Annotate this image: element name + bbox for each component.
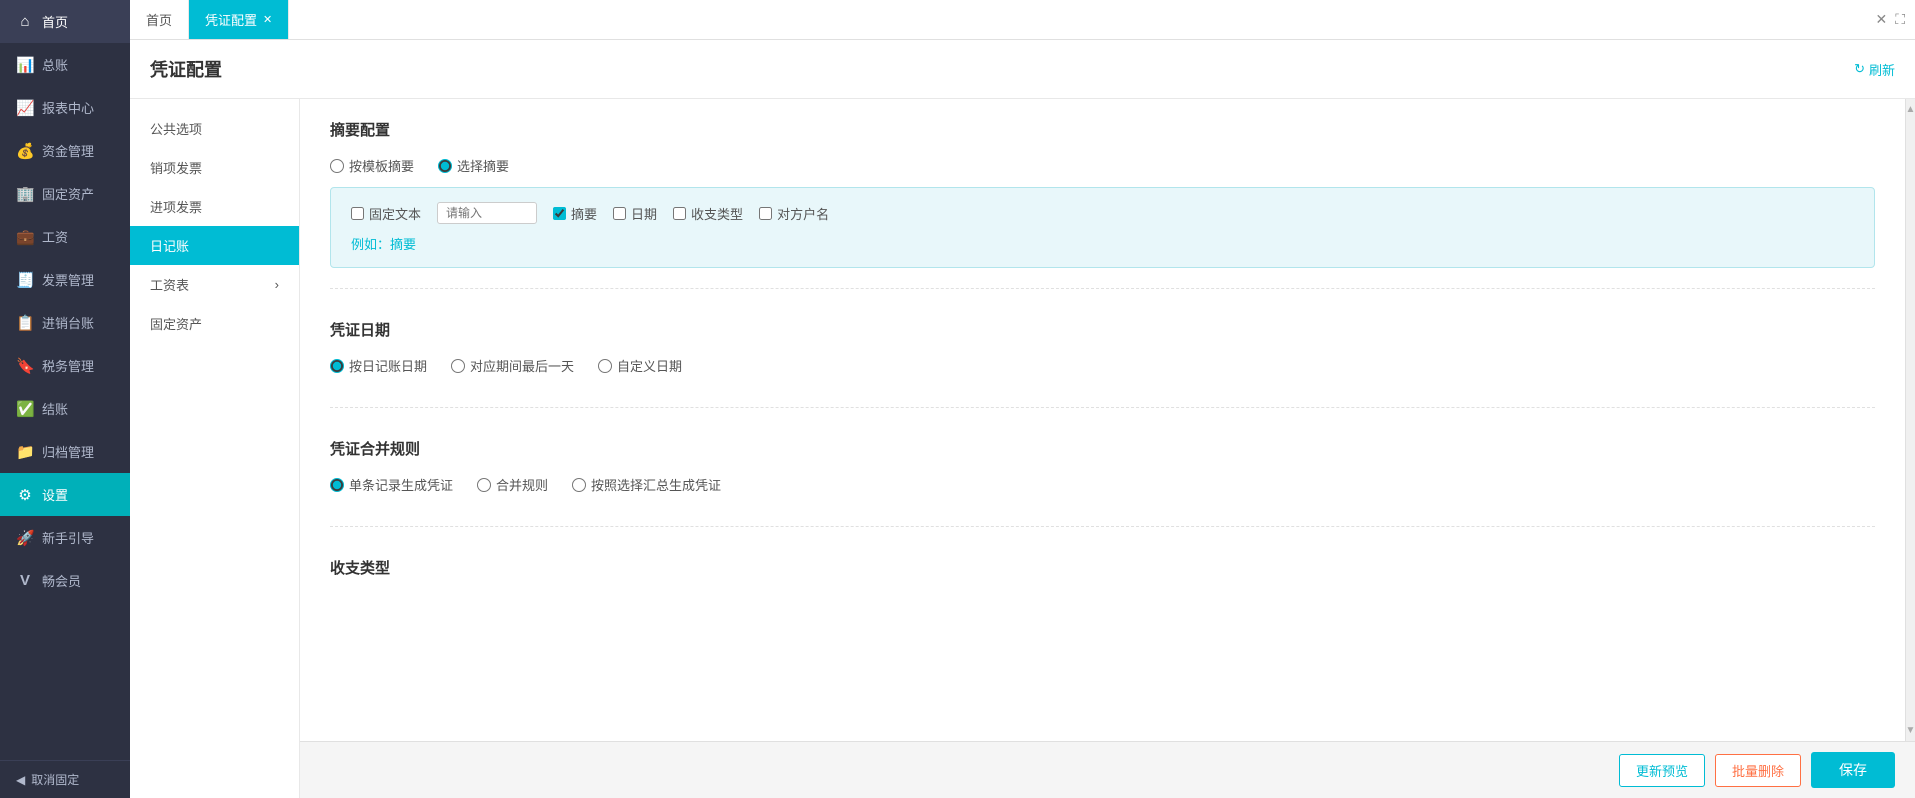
guide-icon: 🚀 xyxy=(16,529,34,547)
sidebar-item-ledger[interactable]: 📊 总账 xyxy=(0,43,130,86)
batch-delete-button[interactable]: 批量删除 xyxy=(1715,754,1801,787)
sidebar-item-guide[interactable]: 🚀 新手引导 xyxy=(0,516,130,559)
tax-icon: 🔖 xyxy=(16,357,34,375)
sidebar-item-tax[interactable]: 🔖 税务管理 xyxy=(0,344,130,387)
voucher-date-radio-group: 按日记账日期 对应期间最后一天 自定义日期 xyxy=(330,356,1875,375)
radio-by-journal-date[interactable]: 按日记账日期 xyxy=(330,356,427,375)
example-text: 例如：摘要 xyxy=(351,234,1854,253)
close-window-button[interactable]: ✕ xyxy=(1875,11,1887,28)
purchase-sale-icon: 📋 xyxy=(16,314,34,332)
unpin-button[interactable]: ◀ 取消固定 xyxy=(0,760,130,798)
checkbox-date[interactable]: 日期 xyxy=(613,204,657,223)
sidebar-item-reports[interactable]: 📈 报表中心 xyxy=(0,86,130,129)
sidebar-item-archive[interactable]: 📁 归档管理 xyxy=(0,430,130,473)
summary-section-title: 摘要配置 xyxy=(330,119,1875,140)
bottom-bar: 更新预览 批量删除 保存 xyxy=(300,741,1915,798)
voucher-date-title: 凭证日期 xyxy=(330,319,1875,340)
fullscreen-button[interactable]: ⛶ xyxy=(1895,11,1905,28)
tab-home[interactable]: 首页 xyxy=(130,0,189,39)
checkbox-summary[interactable]: 摘要 xyxy=(553,204,597,223)
unpin-icon: ◀ xyxy=(16,773,25,787)
sidebar-item-assets[interactable]: 🏢 固定资产 xyxy=(0,172,130,215)
page-content: 凭证配置 ↻ 刷新 公共选项 销项发票 进项发票 日记账 xyxy=(130,40,1915,798)
funds-icon: 💰 xyxy=(16,142,34,160)
left-nav-purchase-invoice[interactable]: 进项发票 xyxy=(130,187,299,226)
voucher-date-section: 凭证日期 按日记账日期 对应期间最后一天 xyxy=(330,319,1875,408)
merge-rules-radio-group: 单条记录生成凭证 合并规则 按照选择汇总生成凭证 xyxy=(330,475,1875,494)
checkbox-counterparty[interactable]: 对方户名 xyxy=(759,204,829,223)
sidebar-item-payroll[interactable]: 💼 工资 xyxy=(0,215,130,258)
sidebar-item-purchase-sale[interactable]: 📋 进销台账 xyxy=(0,301,130,344)
tab-close-icon[interactable]: ✕ xyxy=(263,13,272,26)
reports-icon: 📈 xyxy=(16,99,34,117)
checkbox-fixed-text[interactable]: 固定文本 xyxy=(351,204,421,223)
radio-single-record[interactable]: 单条记录生成凭证 xyxy=(330,475,453,494)
expand-icon: › xyxy=(275,277,279,292)
save-button[interactable]: 保存 xyxy=(1811,752,1895,788)
summary-radio-group: 按模板摘要 选择摘要 xyxy=(330,156,1875,175)
summary-options-box: 固定文本 摘要 日期 xyxy=(330,187,1875,268)
update-preview-button[interactable]: 更新预览 xyxy=(1619,754,1705,787)
radio-last-day-of-period[interactable]: 对应期间最后一天 xyxy=(451,356,574,375)
vip-icon: V xyxy=(16,572,34,589)
sidebar: ⌂ 首页 📊 总账 📈 报表中心 💰 资金管理 🏢 固定资产 💼 工资 🧾 发票… xyxy=(0,0,130,798)
right-content: 摘要配置 按模板摘要 选择摘要 xyxy=(300,99,1905,741)
archive-icon: 📁 xyxy=(16,443,34,461)
page-header: 凭证配置 ↻ 刷新 xyxy=(130,40,1915,99)
content-layout: 公共选项 销项发票 进项发票 日记账 工资表 › 固定资产 xyxy=(130,99,1915,798)
closing-icon: ✅ xyxy=(16,400,34,418)
radio-merge-rule[interactable]: 合并规则 xyxy=(477,475,548,494)
payroll-icon: 💼 xyxy=(16,228,34,246)
left-nav: 公共选项 销项发票 进项发票 日记账 工资表 › 固定资产 xyxy=(130,99,300,798)
fixed-text-input[interactable] xyxy=(437,202,537,224)
merge-rules-section: 凭证合并规则 单条记录生成凭证 合并规则 xyxy=(330,438,1875,527)
left-nav-fixed-assets[interactable]: 固定资产 xyxy=(130,304,299,343)
radio-generate-by-selection[interactable]: 按照选择汇总生成凭证 xyxy=(572,475,721,494)
merge-rules-title: 凭证合并规则 xyxy=(330,438,1875,459)
refresh-icon: ↻ xyxy=(1854,61,1865,77)
main-area: 首页 凭证配置 ✕ ✕ ⛶ 凭证配置 ↻ 刷新 公共选项 xyxy=(130,0,1915,798)
income-expense-section: 收支类型 xyxy=(330,557,1875,614)
left-nav-payroll-table[interactable]: 工资表 › xyxy=(130,265,299,304)
summary-options-row: 固定文本 摘要 日期 xyxy=(351,202,1854,224)
scroll-indicator: ▲ ▼ xyxy=(1905,99,1915,741)
sidebar-item-home[interactable]: ⌂ 首页 xyxy=(0,0,130,43)
summary-section: 摘要配置 按模板摘要 选择摘要 xyxy=(330,119,1875,289)
tab-bar: 首页 凭证配置 ✕ ✕ ⛶ xyxy=(130,0,1915,40)
home-icon: ⌂ xyxy=(16,13,34,30)
ledger-icon: 📊 xyxy=(16,56,34,74)
radio-select-summary[interactable]: 选择摘要 xyxy=(438,156,509,175)
radio-custom-date[interactable]: 自定义日期 xyxy=(598,356,682,375)
sidebar-item-invoice-mgmt[interactable]: 🧾 发票管理 xyxy=(0,258,130,301)
invoice-mgmt-icon: 🧾 xyxy=(16,271,34,289)
sidebar-item-settings[interactable]: ⚙ 设置 xyxy=(0,473,130,516)
radio-template-summary[interactable]: 按模板摘要 xyxy=(330,156,414,175)
sidebar-item-closing[interactable]: ✅ 结账 xyxy=(0,387,130,430)
income-expense-title: 收支类型 xyxy=(330,557,1875,578)
left-nav-public[interactable]: 公共选项 xyxy=(130,109,299,148)
sidebar-item-funds[interactable]: 💰 资金管理 xyxy=(0,129,130,172)
settings-icon: ⚙ xyxy=(16,486,34,504)
left-nav-journal[interactable]: 日记账 xyxy=(130,226,299,265)
assets-icon: 🏢 xyxy=(16,185,34,203)
tab-voucher-config[interactable]: 凭证配置 ✕ xyxy=(189,0,289,39)
left-nav-sales-invoice[interactable]: 销项发票 xyxy=(130,148,299,187)
refresh-button[interactable]: ↻ 刷新 xyxy=(1854,60,1895,79)
tab-actions: ✕ ⛶ xyxy=(1875,11,1915,28)
page-title: 凭证配置 xyxy=(150,56,222,82)
sidebar-item-vip[interactable]: V 畅会员 xyxy=(0,559,130,602)
checkbox-income-expense-type[interactable]: 收支类型 xyxy=(673,204,743,223)
